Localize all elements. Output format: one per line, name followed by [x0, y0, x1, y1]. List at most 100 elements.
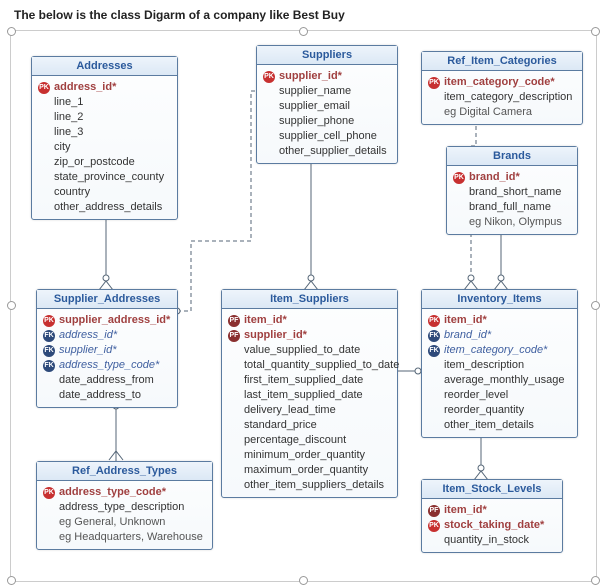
pf-icon: PF	[228, 315, 240, 327]
attribute-name: item_id*	[444, 503, 487, 518]
pf-icon: PF	[428, 505, 440, 517]
attribute-name: line_1	[54, 95, 83, 110]
entity-attribute: PKsupplier_address_id*	[43, 313, 171, 328]
entity-attribute: first_item_supplied_date	[228, 373, 391, 388]
entity-attrs-ref-address-types: PKaddress_type_code*address_type_descrip…	[37, 481, 212, 549]
attribute-name: address_id*	[54, 80, 116, 95]
resize-handle[interactable]	[591, 27, 600, 36]
entity-attribute: last_item_supplied_date	[228, 388, 391, 403]
fk-icon: FK	[43, 345, 55, 357]
attribute-name: brand_id*	[444, 328, 491, 343]
entity-attribute: line_2	[38, 110, 171, 125]
entity-attrs-inventory-items: PKitem_id* FK brand_id* FK item_category_cod…	[422, 309, 577, 437]
entity-supplier-addresses: Supplier_Addresses PKsupplier_address_id…	[36, 289, 178, 408]
resize-handle[interactable]	[591, 301, 600, 310]
attribute-name: other_address_details	[54, 200, 162, 215]
entity-attribute: minimum_order_quantity	[228, 448, 391, 463]
attribute-name: average_monthly_usage	[444, 373, 564, 388]
entity-attribute: line_1	[38, 95, 171, 110]
page-title: The below is the class Digarm of a compa…	[0, 0, 610, 26]
attribute-name: stock_taking_date*	[444, 518, 544, 533]
attribute-name: brand_id*	[469, 170, 520, 185]
entity-attribute: PFsupplier_id*	[228, 328, 391, 343]
pk-icon: PK	[428, 520, 440, 532]
attribute-name: reorder_quantity	[444, 403, 524, 418]
resize-handle[interactable]	[7, 576, 16, 585]
entity-attribute: maximum_order_quantity	[228, 463, 391, 478]
attribute-name: reorder_level	[444, 388, 508, 403]
entity-attribute: line_3	[38, 125, 171, 140]
attribute-name: brand_full_name	[469, 200, 551, 215]
attribute-name: supplier_cell_phone	[279, 129, 377, 144]
entity-ref-address-types: Ref_Address_Types PKaddress_type_code*ad…	[36, 461, 213, 550]
attribute-name: delivery_lead_time	[244, 403, 336, 418]
entity-title: Ref_Item_Categories	[422, 52, 582, 71]
entity-title: Inventory_Items	[422, 290, 577, 309]
attribute-name: item_category_description	[444, 90, 572, 105]
entity-attribute: FKaddress_type_code*	[43, 358, 171, 373]
attribute-name: brand_short_name	[469, 185, 561, 200]
attribute-name: address_type_description	[59, 500, 184, 515]
entity-suppliers: Suppliers PKsupplier_id*supplier_namesup…	[256, 45, 398, 164]
attribute-name: eg Nikon, Olympus	[469, 215, 562, 230]
attribute-name: line_3	[54, 125, 83, 140]
entity-attribute: total_quantity_supplied_to_date	[228, 358, 391, 373]
entity-addresses: Addresses PKaddress_id*line_1line_2line_…	[31, 56, 178, 220]
entity-attribute: eg Digital Camera	[428, 105, 576, 120]
entity-attribute: other_item_details	[428, 418, 571, 433]
attribute-name: eg Headquarters, Warehouse	[59, 530, 203, 545]
entity-attribute: date_address_from	[43, 373, 171, 388]
entity-attribute: eg General, Unknown	[43, 515, 206, 530]
attribute-name: item_description	[444, 358, 524, 373]
attribute-name: line_2	[54, 110, 83, 125]
entity-attribute: item_description	[428, 358, 571, 373]
resize-handle[interactable]	[591, 576, 600, 585]
entity-attrs-suppliers: PKsupplier_id*supplier_namesupplier_emai…	[257, 65, 397, 163]
entity-title: Supplier_Addresses	[37, 290, 177, 309]
entity-item-suppliers: Item_Suppliers PFitem_id*PFsupplier_id*v…	[221, 289, 398, 498]
attribute-name: value_supplied_to_date	[244, 343, 360, 358]
resize-handle[interactable]	[7, 301, 16, 310]
attribute-name: item_id*	[444, 313, 487, 328]
attribute-name: address_id*	[59, 328, 117, 343]
attribute-name: item_category_code*	[444, 343, 547, 358]
pk-icon: PK	[43, 487, 55, 499]
attribute-name: state_province_county	[54, 170, 164, 185]
entity-attribute: supplier_email	[263, 99, 391, 114]
attribute-name: city	[54, 140, 71, 155]
entity-ref-item-categories: Ref_Item_Categories PKitem_category_code…	[421, 51, 583, 125]
resize-handle[interactable]	[299, 576, 308, 585]
attribute-name: standard_price	[244, 418, 317, 433]
fk-icon: FK	[428, 330, 440, 342]
entity-attribute: PFitem_id*	[228, 313, 391, 328]
resize-handle[interactable]	[7, 27, 16, 36]
entity-attribute: PK stock_taking_date*	[428, 518, 556, 533]
resize-handle[interactable]	[299, 27, 308, 36]
entity-attribute: eg Headquarters, Warehouse	[43, 530, 206, 545]
entity-attribute: date_address_to	[43, 388, 171, 403]
entity-attribute: supplier_cell_phone	[263, 129, 391, 144]
entity-attribute: brand_full_name	[453, 200, 571, 215]
entity-attribute: FK address_id*	[43, 328, 171, 343]
entity-attribute: PKaddress_type_code*	[43, 485, 206, 500]
entity-attribute: other_supplier_details	[263, 144, 391, 159]
pk-icon: PK	[43, 315, 55, 327]
fk-icon: FK	[43, 330, 55, 342]
entity-title: Addresses	[32, 57, 177, 76]
attribute-name: quantity_in_stock	[444, 533, 529, 548]
entity-attribute: FK brand_id*	[428, 328, 571, 343]
attribute-name: eg Digital Camera	[444, 105, 532, 120]
attribute-name: maximum_order_quantity	[244, 463, 368, 478]
attribute-name: supplier_email	[279, 99, 350, 114]
entity-attribute: supplier_name	[263, 84, 391, 99]
entity-attribute: zip_or_postcode	[38, 155, 171, 170]
entity-attribute: average_monthly_usage	[428, 373, 571, 388]
entity-attribute: PKsupplier_id*	[263, 69, 391, 84]
entity-attribute: PKitem_id*	[428, 313, 571, 328]
attribute-name: other_item_suppliers_details	[244, 478, 384, 493]
attribute-name: other_item_details	[444, 418, 534, 433]
entity-attribute: address_type_description	[43, 500, 206, 515]
entity-attribute: PKbrand_id*	[453, 170, 571, 185]
fk-icon: FK	[428, 345, 440, 357]
attribute-name: first_item_supplied_date	[244, 373, 363, 388]
